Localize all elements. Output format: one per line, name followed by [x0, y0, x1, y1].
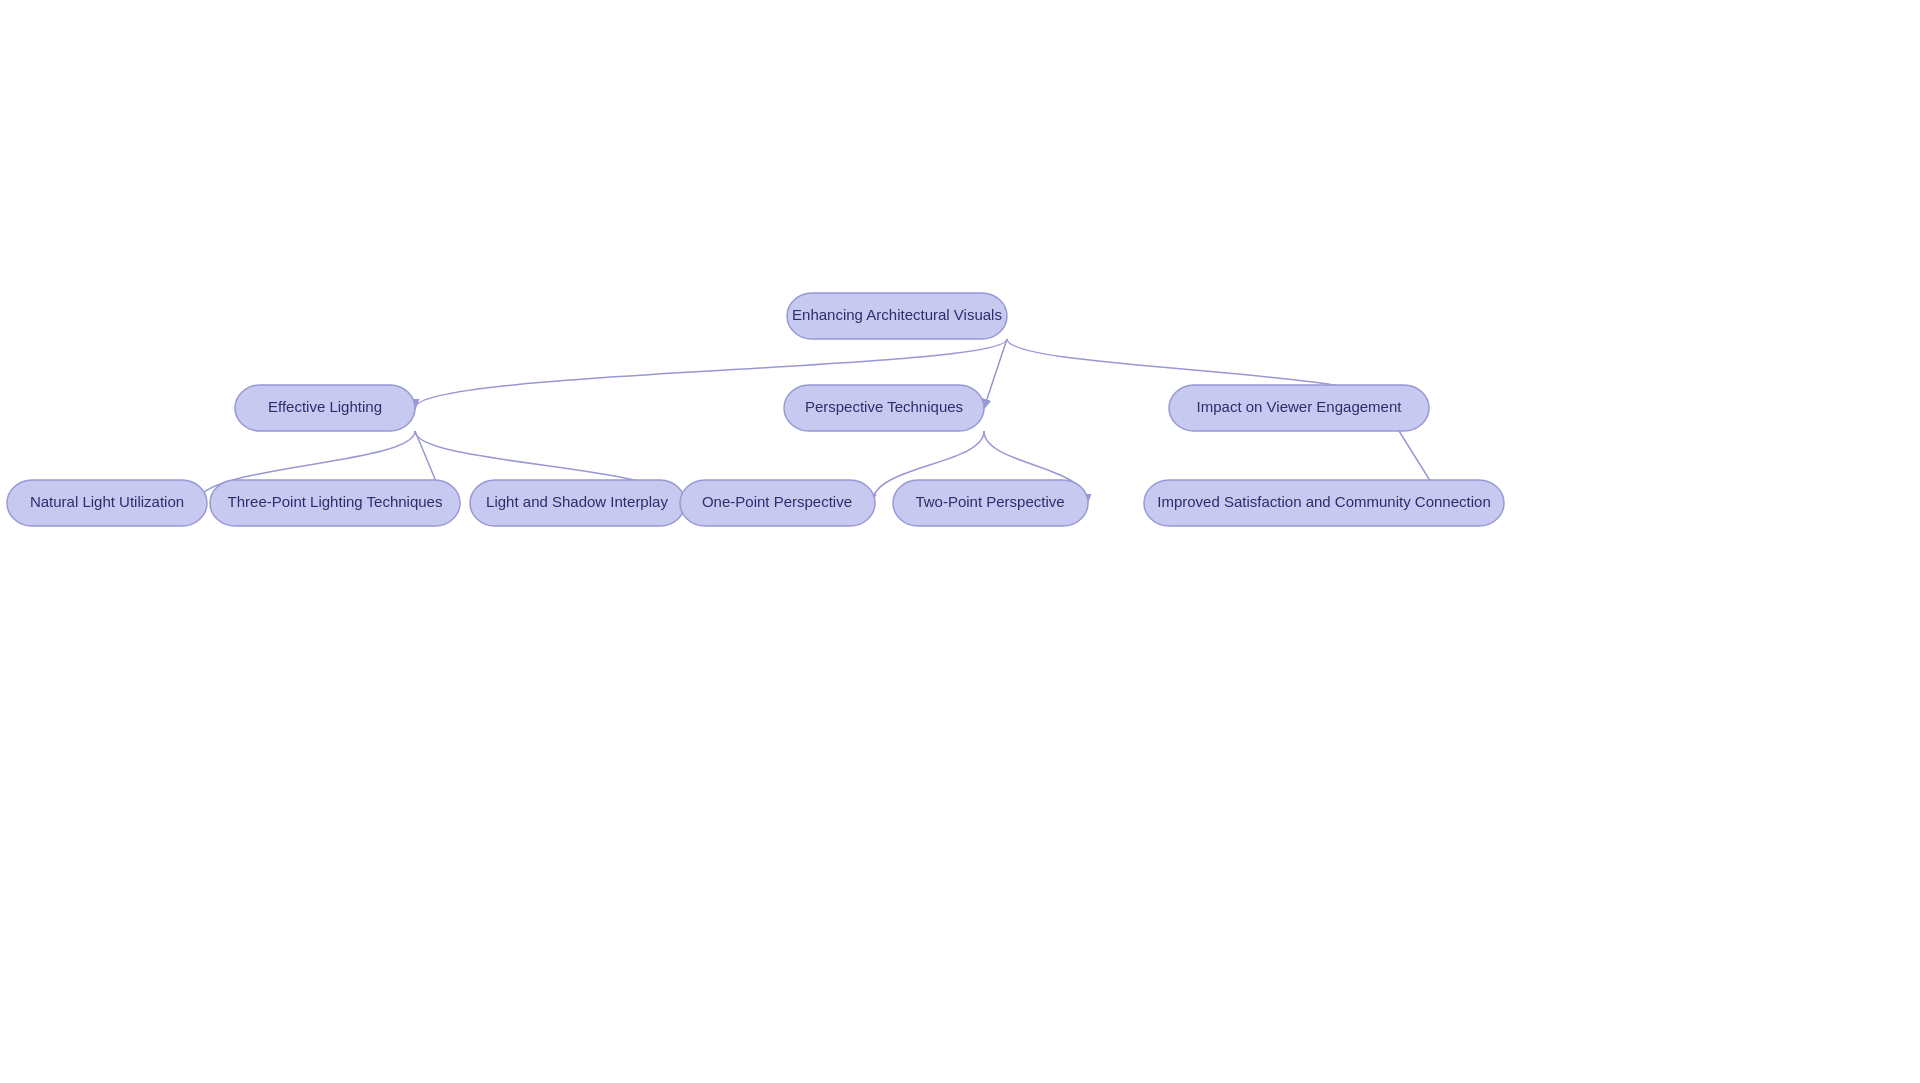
threepoint-lighting-label: Three-Point Lighting Techniques: [228, 493, 443, 510]
impact-viewer-label: Impact on Viewer Engagement: [1197, 398, 1403, 415]
natural-light-node: Natural Light Utilization: [7, 480, 207, 526]
effective-lighting-node: Effective Lighting: [235, 385, 415, 431]
onepoint-perspective-label: One-Point Perspective: [702, 493, 852, 510]
light-shadow-node: Light and Shadow Interplay: [470, 480, 685, 526]
root-node: Enhancing Architectural Visuals: [787, 293, 1007, 339]
impact-viewer-node: Impact on Viewer Engagement: [1169, 385, 1429, 431]
effective-lighting-label: Effective Lighting: [268, 398, 382, 415]
natural-light-label: Natural Light Utilization: [30, 493, 184, 510]
twopoint-perspective-label: Two-Point Perspective: [915, 493, 1064, 510]
root-label: Enhancing Architectural Visuals: [792, 306, 1002, 323]
satisfaction-community-label: Improved Satisfaction and Community Conn…: [1157, 493, 1491, 510]
perspective-techniques-node: Perspective Techniques: [784, 385, 984, 431]
onepoint-perspective-node: One-Point Perspective: [680, 480, 875, 526]
threepoint-lighting-node: Three-Point Lighting Techniques: [210, 480, 460, 526]
light-shadow-label: Light and Shadow Interplay: [486, 493, 668, 510]
perspective-techniques-label: Perspective Techniques: [805, 398, 963, 415]
connector-root-perspective: [984, 339, 1007, 408]
twopoint-perspective-node: Two-Point Perspective: [893, 480, 1088, 526]
satisfaction-community-node: Improved Satisfaction and Community Conn…: [1144, 480, 1504, 526]
